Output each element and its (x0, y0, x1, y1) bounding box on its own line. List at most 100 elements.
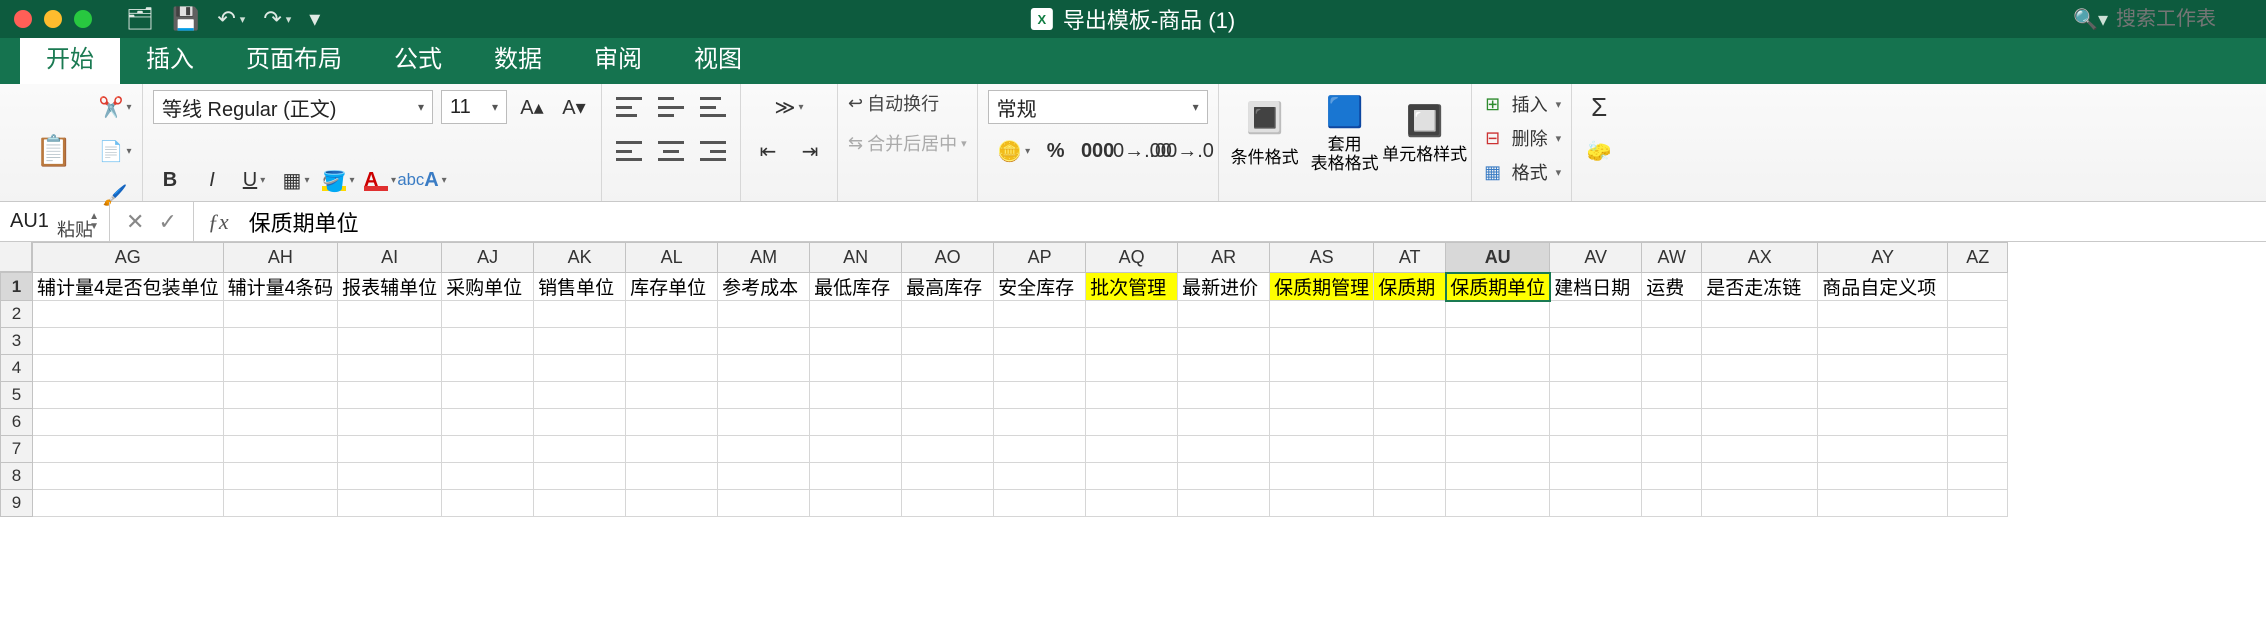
cell-AZ2[interactable] (1948, 301, 2008, 328)
cell-AZ5[interactable] (1948, 382, 2008, 409)
align-center-button[interactable] (654, 134, 688, 168)
tab-view[interactable]: 视图 (668, 31, 768, 84)
cell-AP4[interactable] (994, 355, 1086, 382)
autosum-button[interactable]: Σ (1582, 90, 1616, 124)
align-middle-button[interactable] (654, 90, 688, 124)
cell-AH9[interactable] (223, 490, 338, 517)
decrease-indent-button[interactable]: ⇤ (751, 134, 785, 168)
cell-AG8[interactable] (33, 463, 224, 490)
cell-AM8[interactable] (718, 463, 810, 490)
cell-AZ4[interactable] (1948, 355, 2008, 382)
cell-AI1[interactable]: 报表辅单位 (338, 273, 442, 301)
cell-AI3[interactable] (338, 328, 442, 355)
align-left-button[interactable] (612, 134, 646, 168)
cell-styles-button[interactable]: 🔲 单元格样式 (1389, 90, 1461, 176)
col-header-AV[interactable]: AV (1550, 243, 1642, 273)
row-header-2[interactable]: 2 (1, 301, 33, 328)
col-header-AL[interactable]: AL (626, 243, 718, 273)
cell-AV3[interactable] (1550, 328, 1642, 355)
cell-AW9[interactable] (1642, 490, 1702, 517)
cell-AG7[interactable] (33, 436, 224, 463)
decrease-decimal-button[interactable]: .00→.0 (1165, 134, 1199, 168)
cell-AK9[interactable] (534, 490, 626, 517)
cell-AM4[interactable] (718, 355, 810, 382)
cell-AK6[interactable] (534, 409, 626, 436)
cell-AH3[interactable] (223, 328, 338, 355)
cell-AM7[interactable] (718, 436, 810, 463)
cell-AS9[interactable] (1270, 490, 1374, 517)
cell-AR3[interactable] (1178, 328, 1270, 355)
cell-AV6[interactable] (1550, 409, 1642, 436)
col-header-AQ[interactable]: AQ (1086, 243, 1178, 273)
cell-AP2[interactable] (994, 301, 1086, 328)
cell-AK2[interactable] (534, 301, 626, 328)
col-header-AR[interactable]: AR (1178, 243, 1270, 273)
cell-AP9[interactable] (994, 490, 1086, 517)
cell-AJ3[interactable] (442, 328, 534, 355)
spreadsheet-grid[interactable]: AGAHAIAJAKALAMANAOAPAQARASATAUAVAWAXAYAZ… (0, 242, 2266, 517)
cell-AN2[interactable] (810, 301, 902, 328)
cell-AS4[interactable] (1270, 355, 1374, 382)
cell-AQ6[interactable] (1086, 409, 1178, 436)
col-header-AM[interactable]: AM (718, 243, 810, 273)
cell-AR4[interactable] (1178, 355, 1270, 382)
cell-AJ4[interactable] (442, 355, 534, 382)
cell-AI9[interactable] (338, 490, 442, 517)
wrap-text-button[interactable]: ↩ 自动换行 (848, 90, 939, 116)
cell-AV2[interactable] (1550, 301, 1642, 328)
align-top-button[interactable] (612, 90, 646, 124)
cell-AH8[interactable] (223, 463, 338, 490)
align-bottom-button[interactable] (696, 90, 730, 124)
cell-AL7[interactable] (626, 436, 718, 463)
cell-AJ5[interactable] (442, 382, 534, 409)
cell-AJ6[interactable] (442, 409, 534, 436)
cell-AL6[interactable] (626, 409, 718, 436)
cell-AN9[interactable] (810, 490, 902, 517)
cell-AL2[interactable] (626, 301, 718, 328)
col-header-AH[interactable]: AH (223, 243, 338, 273)
cell-AL4[interactable] (626, 355, 718, 382)
cell-AS7[interactable] (1270, 436, 1374, 463)
cell-AW1[interactable]: 运费 (1642, 273, 1702, 301)
cell-AU7[interactable] (1446, 436, 1550, 463)
cell-AZ7[interactable] (1948, 436, 2008, 463)
cell-AW5[interactable] (1642, 382, 1702, 409)
cell-AR9[interactable] (1178, 490, 1270, 517)
merge-dropdown[interactable]: ▾ (961, 137, 967, 150)
merge-center-button[interactable]: ⇆ 合并后居中 ▾ (848, 130, 967, 156)
cell-AT9[interactable] (1374, 490, 1446, 517)
font-color-button[interactable]: A (363, 163, 397, 197)
cell-AP1[interactable]: 安全库存 (994, 273, 1086, 301)
cell-AR7[interactable] (1178, 436, 1270, 463)
close-window-button[interactable] (14, 10, 32, 28)
tab-review[interactable]: 审阅 (568, 31, 668, 84)
cell-AX6[interactable] (1702, 409, 1818, 436)
cell-AS6[interactable] (1270, 409, 1374, 436)
cell-AG6[interactable] (33, 409, 224, 436)
row-header-7[interactable]: 7 (1, 436, 33, 463)
cell-AU8[interactable] (1446, 463, 1550, 490)
cell-AM2[interactable] (718, 301, 810, 328)
cell-AJ8[interactable] (442, 463, 534, 490)
cell-AN7[interactable] (810, 436, 902, 463)
format-cells-button[interactable]: ▦ 格式 ▾ (1482, 158, 1562, 186)
cell-AQ8[interactable] (1086, 463, 1178, 490)
cell-AQ2[interactable] (1086, 301, 1178, 328)
col-header-AW[interactable]: AW (1642, 243, 1702, 273)
tab-insert[interactable]: 插入 (120, 31, 220, 84)
cut-button[interactable]: ✂️ (98, 90, 132, 124)
col-header-AK[interactable]: AK (534, 243, 626, 273)
tab-data[interactable]: 数据 (468, 31, 568, 84)
search-input[interactable] (2116, 8, 2256, 31)
redo-button[interactable]: ↷ (263, 6, 291, 32)
cell-AI5[interactable] (338, 382, 442, 409)
clear-button[interactable]: 🧽 (1582, 134, 1616, 168)
cell-AZ9[interactable] (1948, 490, 2008, 517)
enter-formula-button[interactable]: ✓ (158, 209, 176, 235)
cell-AM1[interactable]: 参考成本 (718, 273, 810, 301)
cell-AJ9[interactable] (442, 490, 534, 517)
cell-AX9[interactable] (1702, 490, 1818, 517)
cell-AP3[interactable] (994, 328, 1086, 355)
cell-AW8[interactable] (1642, 463, 1702, 490)
cell-AY6[interactable] (1818, 409, 1948, 436)
